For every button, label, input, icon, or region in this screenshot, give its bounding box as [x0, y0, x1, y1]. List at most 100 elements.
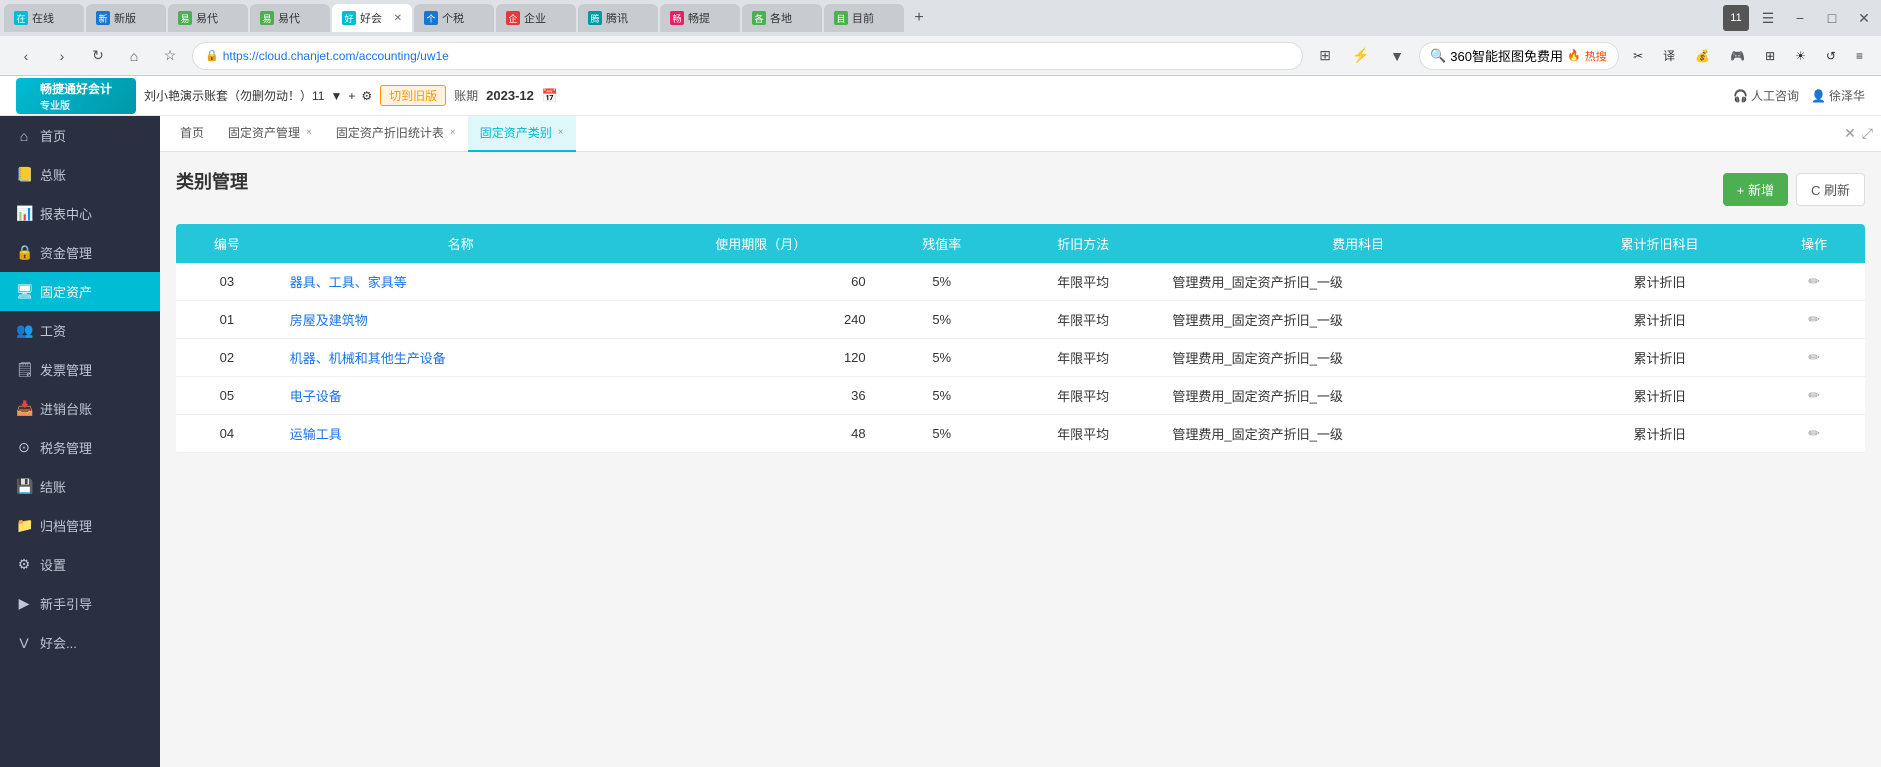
ledger-icon: 📒 — [16, 166, 32, 183]
app-tab-home[interactable]: 首页 — [168, 116, 216, 152]
refresh-button[interactable]: C 刷新 — [1796, 173, 1865, 206]
nav-forward[interactable]: › — [48, 42, 76, 70]
app-tab-depreciation[interactable]: 固定资产折旧统计表 × — [324, 116, 468, 152]
browser-tab-tengxun[interactable]: 腾 腾讯 — [578, 4, 658, 32]
cell-name-1[interactable]: 房屋及建筑物 — [278, 301, 644, 339]
search-bar[interactable]: 🔍 360智能抠图免费用 🔥 热搜 — [1419, 42, 1619, 70]
cell-name-4[interactable]: 运输工具 — [278, 415, 644, 453]
support-btn[interactable]: 🎧 人工咨询 — [1733, 87, 1799, 104]
user-profile-btn[interactable]: 👤 徐泽华 — [1811, 87, 1865, 104]
app-logo-title: 畅捷通好会计 — [40, 80, 112, 97]
cell-action-3[interactable]: ✏ — [1763, 377, 1865, 415]
sidebar-item-invoice[interactable]: 🗒 发票管理 — [0, 350, 160, 389]
browser-tab-new[interactable]: 新 新版 — [86, 4, 166, 32]
cell-code-0: 03 — [176, 263, 278, 301]
browser-tab-gedi[interactable]: 各 各地 — [742, 4, 822, 32]
sidebar-item-guide[interactable]: ▶ 新手引导 — [0, 584, 160, 623]
browser-tab-yidai1[interactable]: 易 易代 — [168, 4, 248, 32]
sidebar-item-settlement[interactable]: 💾 结账 — [0, 467, 160, 506]
window-expand-btn[interactable]: ⤢ — [1862, 125, 1873, 142]
browser-tab-muqian[interactable]: 目 目前 — [824, 4, 904, 32]
browser-tab-qiye[interactable]: 企 企业 — [496, 4, 576, 32]
cell-expense-0: 管理费用_固定资产折旧_一级 — [1160, 263, 1555, 301]
browser-tab-changtí[interactable]: 畅 畅提 — [660, 4, 740, 32]
translate-btn[interactable]: 译 — [1657, 45, 1681, 66]
table-body: 03 器具、工具、家具等 60 5% 年限平均 管理费用_固定资产折旧_一级 累… — [176, 263, 1865, 453]
sidebar-item-reports[interactable]: 📊 报表中心 — [0, 194, 160, 233]
nav-back[interactable]: ‹ — [12, 42, 40, 70]
nav-home[interactable]: ⌂ — [120, 42, 148, 70]
sidebar-item-more[interactable]: V 好会... — [0, 623, 160, 662]
cell-action-1[interactable]: ✏ — [1763, 301, 1865, 339]
close-asset-mgmt-tab[interactable]: × — [306, 127, 312, 138]
account-settings[interactable]: ⚙ — [361, 89, 372, 103]
brightness-btn[interactable]: ☀ — [1789, 47, 1812, 65]
cell-action-0[interactable]: ✏ — [1763, 263, 1865, 301]
table-row: 03 器具、工具、家具等 60 5% 年限平均 管理费用_固定资产折旧_一级 累… — [176, 263, 1865, 301]
sidebar-item-tax[interactable]: ⊙ 税务管理 — [0, 428, 160, 467]
tab-action-maximize[interactable]: □ — [1819, 5, 1845, 31]
cell-accumulated-1: 累计折旧 — [1556, 301, 1763, 339]
tab-favicon-1: 在 — [14, 11, 28, 25]
tab-action-minimize[interactable]: − — [1787, 5, 1813, 31]
app-tab-asset-mgmt[interactable]: 固定资产管理 × — [216, 116, 324, 152]
tab-action-close[interactable]: ✕ — [1851, 5, 1877, 31]
nav-bookmark[interactable]: ☆ — [156, 42, 184, 70]
tab-label-1: 在线 — [32, 10, 74, 26]
tab-favicon-9: 畅 — [670, 11, 684, 25]
nav-refresh[interactable]: ↻ — [84, 42, 112, 70]
scissors-btn[interactable]: ✂ — [1627, 47, 1649, 65]
device-icon[interactable]: ⊞ — [1311, 42, 1339, 70]
table-row: 02 机器、机械和其他生产设备 120 5% 年限平均 管理费用_固定资产折旧_… — [176, 339, 1865, 377]
tab-action-counter[interactable]: 11 — [1723, 5, 1749, 31]
browser-tab-haohui[interactable]: 好 好会 ✕ — [332, 4, 412, 32]
sidebar-item-settings[interactable]: ⚙ 设置 — [0, 545, 160, 584]
app-tab-category[interactable]: 固定资产类别 × — [468, 116, 576, 152]
cell-name-0[interactable]: 器具、工具、家具等 — [278, 263, 644, 301]
switch-version-btn[interactable]: 切到旧版 — [380, 85, 446, 106]
lightning-icon[interactable]: ⚡ — [1347, 42, 1375, 70]
sidebar-item-home[interactable]: ⌂ 首页 — [0, 116, 160, 155]
sidebar-item-purchase-sale[interactable]: 📥 进销台账 — [0, 389, 160, 428]
tab-action-menu[interactable]: ☰ — [1755, 5, 1781, 31]
close-depreciation-tab[interactable]: × — [450, 127, 456, 138]
account-dropdown[interactable]: ▼ — [330, 89, 342, 103]
cell-code-3: 05 — [176, 377, 278, 415]
sidebar-item-funds[interactable]: 🔒 资金管理 — [0, 233, 160, 272]
new-tab-button[interactable]: + — [906, 5, 932, 31]
sidebar-item-salary[interactable]: 👥 工资 — [0, 311, 160, 350]
cell-action-4[interactable]: ✏ — [1763, 415, 1865, 453]
cell-name-3[interactable]: 电子设备 — [278, 377, 644, 415]
edit-icon-2[interactable]: ✏ — [1808, 349, 1820, 365]
edit-icon-4[interactable]: ✏ — [1808, 425, 1820, 441]
cell-method-4: 年限平均 — [1006, 415, 1161, 453]
cell-action-2[interactable]: ✏ — [1763, 339, 1865, 377]
browser-tab-yidai2[interactable]: 易 易代 — [250, 4, 330, 32]
sidebar-item-fixed-assets[interactable]: 🖥 固定资产 — [0, 272, 160, 311]
grid-btn[interactable]: ⊞ — [1759, 47, 1781, 65]
cell-code-2: 02 — [176, 339, 278, 377]
account-add[interactable]: + — [348, 89, 355, 103]
dropdown-icon[interactable]: ▼ — [1383, 42, 1411, 70]
game-btn[interactable]: 🎮 — [1724, 47, 1751, 65]
wallet-btn[interactable]: 💰 — [1689, 47, 1716, 65]
page-content: 类别管理 + 新增 C 刷新 编号 名称 使用期限（月） 残值率 — [160, 152, 1881, 767]
browser-toolbar-right: ✂ 译 💰 🎮 ⊞ ☀ ↺ ≡ — [1627, 45, 1869, 66]
browser-tab-online[interactable]: 在 在线 — [4, 4, 84, 32]
edit-icon-1[interactable]: ✏ — [1808, 311, 1820, 327]
tab-close-5[interactable]: ✕ — [394, 13, 402, 24]
add-button[interactable]: + 新增 — [1723, 173, 1788, 206]
undo-btn[interactable]: ↺ — [1820, 47, 1842, 65]
sidebar-label-guide: 新手引导 — [40, 594, 92, 613]
window-close-btn[interactable]: ✕ — [1844, 125, 1856, 142]
address-field[interactable]: 🔒 https://cloud.chanjet.com/accounting/u… — [192, 42, 1303, 70]
edit-icon-3[interactable]: ✏ — [1808, 387, 1820, 403]
more-btn[interactable]: ≡ — [1850, 47, 1869, 65]
edit-icon-0[interactable]: ✏ — [1808, 273, 1820, 289]
cell-name-2[interactable]: 机器、机械和其他生产设备 — [278, 339, 644, 377]
calendar-icon[interactable]: 📅 — [542, 88, 558, 104]
sidebar-item-archive[interactable]: 📁 归档管理 — [0, 506, 160, 545]
browser-tab-geshui[interactable]: 个 个税 — [414, 4, 494, 32]
close-category-tab[interactable]: × — [558, 127, 564, 138]
sidebar-item-ledger[interactable]: 📒 总账 — [0, 155, 160, 194]
